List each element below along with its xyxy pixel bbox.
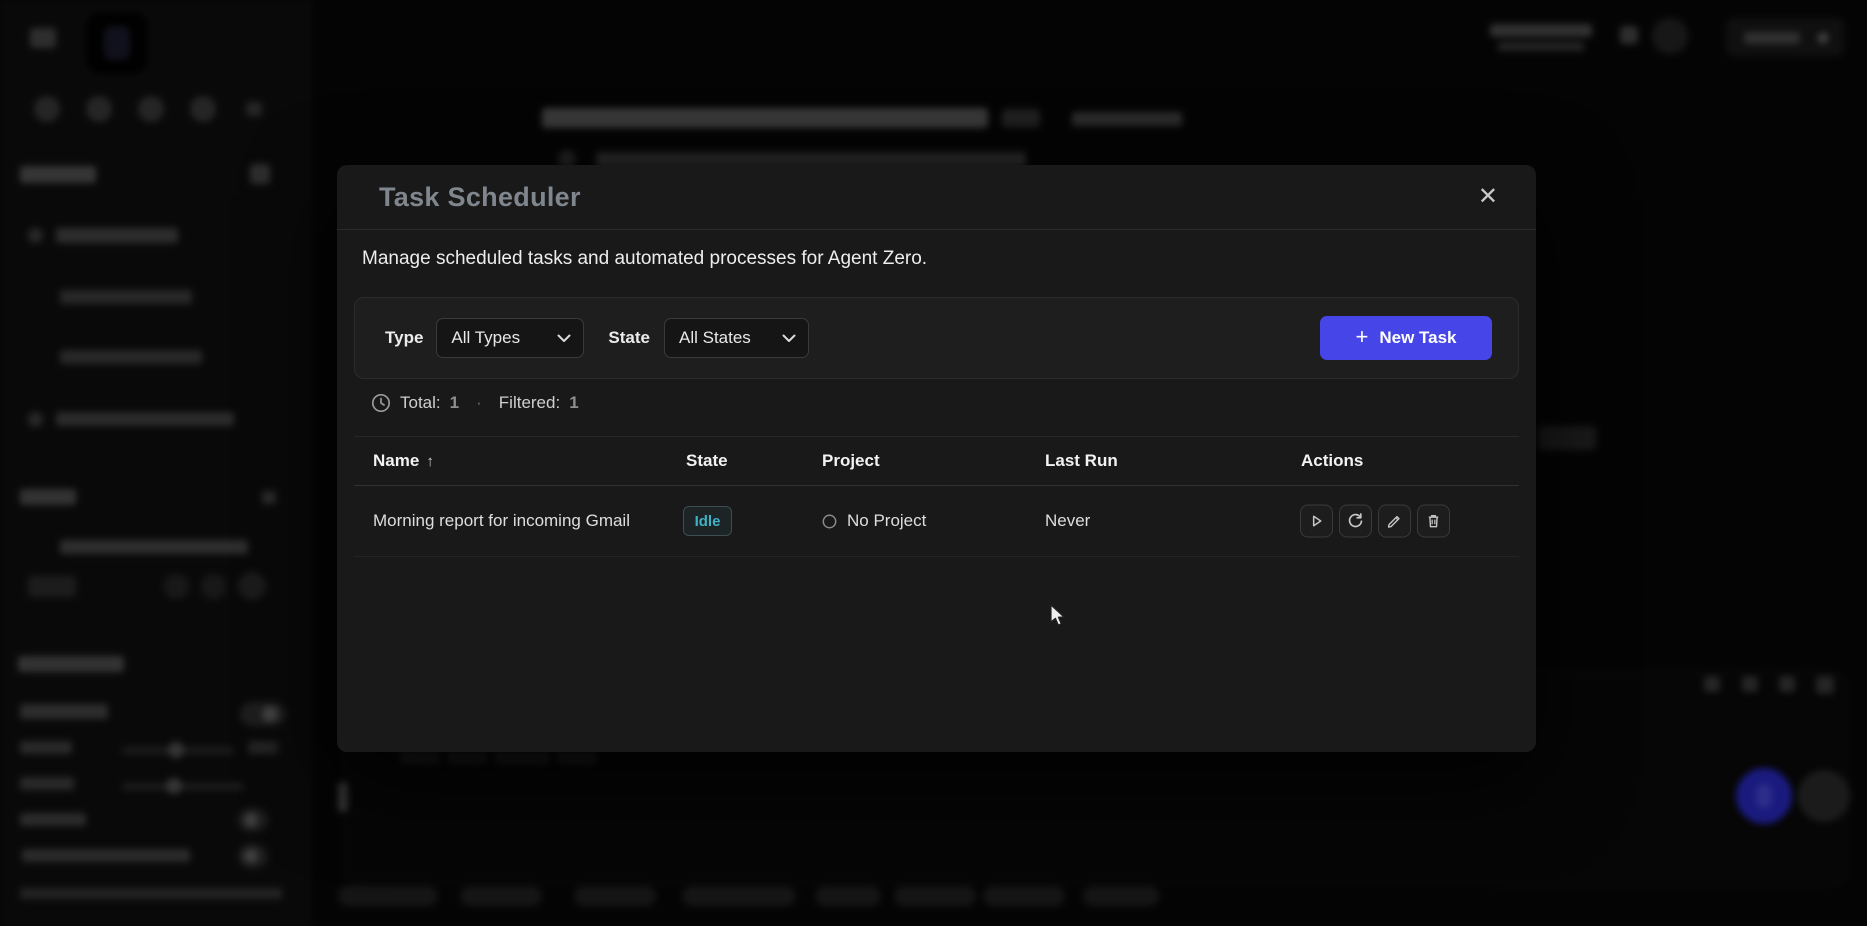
type-filter-select[interactable]: All Types <box>436 318 584 358</box>
total-value: 1 <box>450 393 459 413</box>
task-name: Morning report for incoming Gmail <box>373 511 630 531</box>
plus-icon: + <box>1355 326 1368 348</box>
reload-task-icon[interactable] <box>1339 505 1372 538</box>
modal-header: Task Scheduler ✕ <box>337 165 1536 230</box>
table-header-row: Name↑ State Project Last Run Actions <box>354 437 1519 485</box>
sort-ascending-icon: ↑ <box>426 453 434 470</box>
task-project-cell: No Project <box>822 511 926 531</box>
stats-separator: · <box>476 393 482 413</box>
new-task-label: New Task <box>1379 328 1456 348</box>
delete-task-icon[interactable] <box>1417 505 1450 538</box>
table-row[interactable]: Morning report for incoming Gmail Idle N… <box>354 486 1519 556</box>
total-label: Total: <box>400 393 441 413</box>
new-task-button[interactable]: + New Task <box>1320 316 1492 360</box>
run-task-icon[interactable] <box>1300 505 1333 538</box>
column-header-last-run: Last Run <box>1045 451 1118 471</box>
type-filter-value: All Types <box>451 328 520 348</box>
task-scheduler-modal: Task Scheduler ✕ Manage scheduled tasks … <box>337 165 1536 752</box>
filtered-label: Filtered: <box>499 393 560 413</box>
column-header-project: Project <box>822 451 880 471</box>
filter-bar: Type All Types State All States + New Ta… <box>354 297 1519 379</box>
app-screen: Task Scheduler ✕ Manage scheduled tasks … <box>0 0 1867 926</box>
chevron-down-icon <box>782 334 796 343</box>
status-badge: Idle <box>683 506 732 536</box>
column-header-actions: Actions <box>1301 451 1363 471</box>
divider <box>354 556 1519 557</box>
task-state-cell: Idle <box>683 506 732 536</box>
task-project: No Project <box>847 511 926 531</box>
column-header-state: State <box>686 451 728 471</box>
modal-title: Task Scheduler <box>379 182 581 213</box>
circle-outline-icon <box>822 514 837 529</box>
state-filter-value: All States <box>679 328 751 348</box>
filtered-value: 1 <box>569 393 578 413</box>
task-actions-cell <box>1300 505 1450 538</box>
close-icon[interactable]: ✕ <box>1478 185 1498 209</box>
state-filter-label: State <box>608 328 650 348</box>
column-header-name[interactable]: Name↑ <box>373 451 434 471</box>
task-last-run: Never <box>1045 511 1090 531</box>
state-filter-select[interactable]: All States <box>664 318 809 358</box>
edit-task-icon[interactable] <box>1378 505 1411 538</box>
task-stats: Total: 1 · Filtered: 1 <box>371 393 579 413</box>
mouse-cursor <box>1049 604 1071 633</box>
clock-icon <box>371 393 391 413</box>
chevron-down-icon <box>557 334 571 343</box>
type-filter-label: Type <box>385 328 423 348</box>
modal-description: Manage scheduled tasks and automated pro… <box>362 248 927 270</box>
